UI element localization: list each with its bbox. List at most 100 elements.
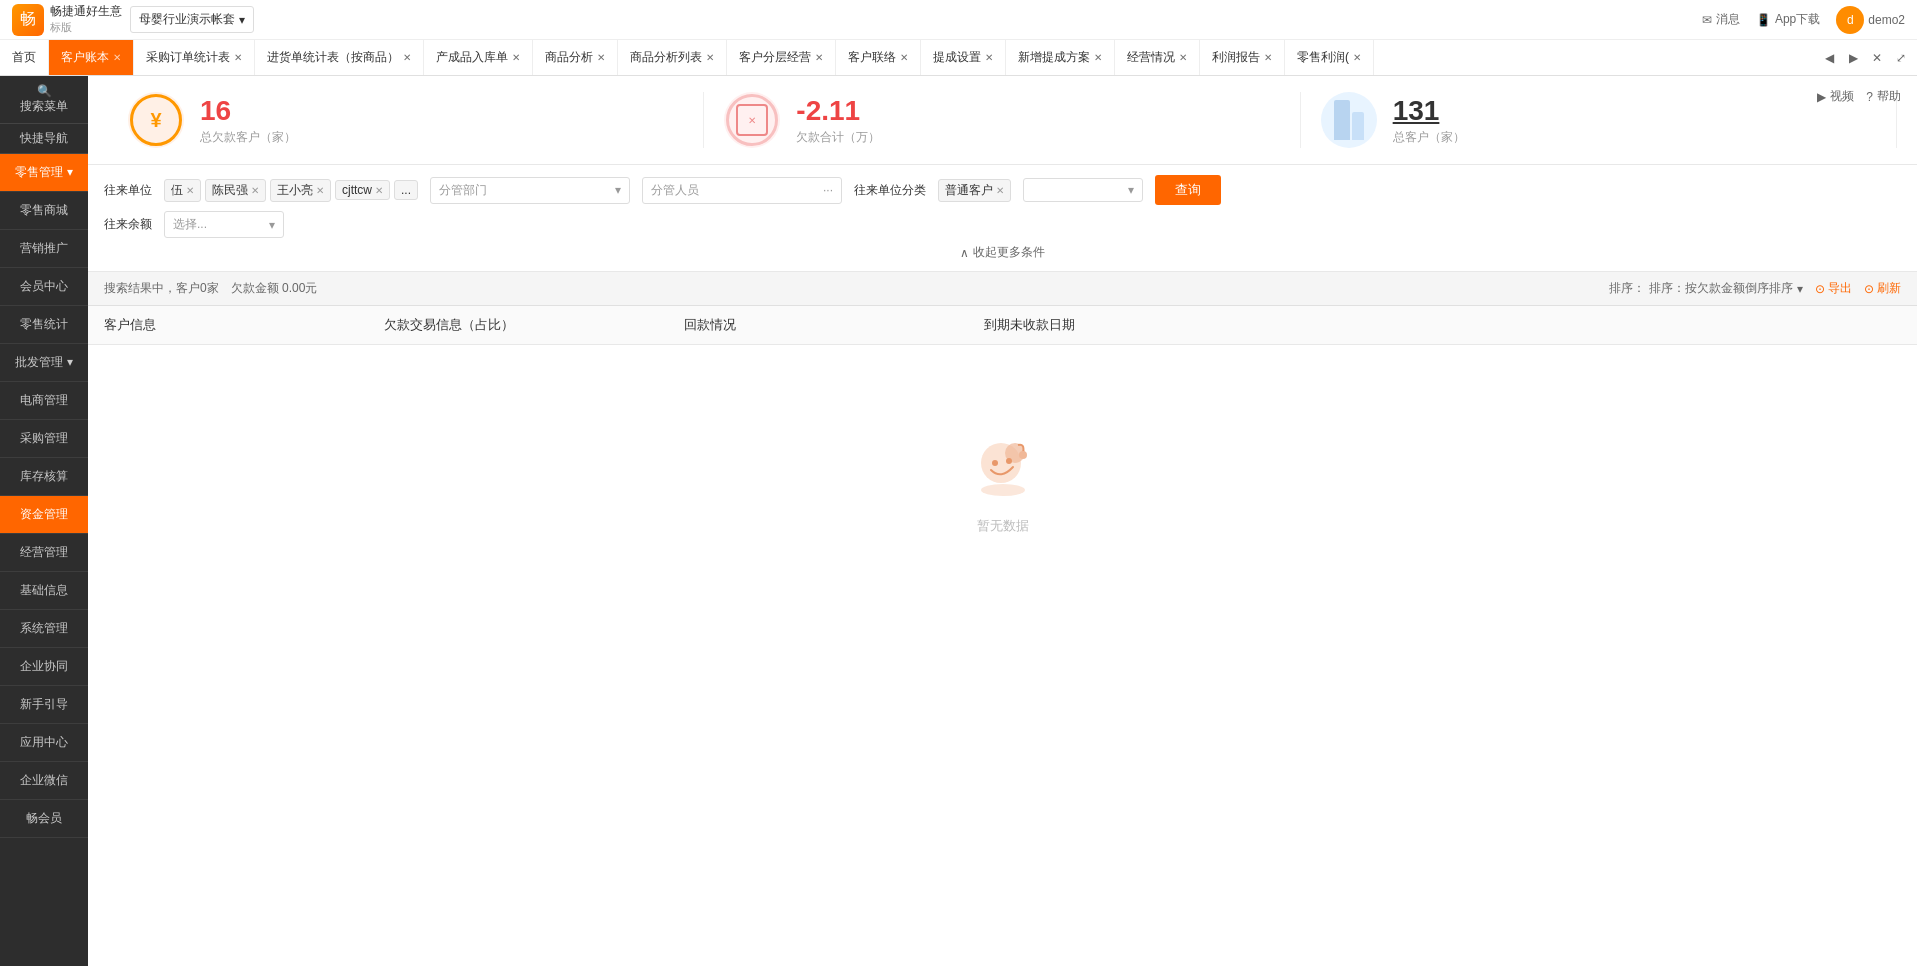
tab-goods-analysis-list[interactable]: 商品分析列表 ✕	[618, 40, 727, 76]
sidebar-item-retail-stats[interactable]: 零售统计	[0, 306, 88, 344]
stat-icon-customers: ¥	[128, 92, 184, 148]
filter-tag-more[interactable]: ...	[394, 180, 418, 200]
tab-retail-profit[interactable]: 零售利润( ✕	[1285, 40, 1374, 76]
tab-customer-segment[interactable]: 客户分层经营 ✕	[727, 40, 836, 76]
sidebar-item-system[interactable]: 系统管理	[0, 610, 88, 648]
tab-profit-report[interactable]: 利润报告 ✕	[1200, 40, 1285, 76]
sidebar-item-enterprise-label: 企业协同	[20, 659, 68, 673]
balance-filter-select[interactable]: 选择... ▾	[164, 211, 284, 238]
logo-area: 畅 畅捷通好生意 标版	[12, 4, 122, 36]
sidebar-item-marketing[interactable]: 营销推广	[0, 230, 88, 268]
sidebar-item-retail-management[interactable]: 零售管理 ▾	[0, 154, 88, 192]
tab-customers[interactable]: 客户账本 ✕	[49, 40, 134, 76]
sidebar-search-label: 搜索菜单	[6, 98, 82, 115]
unit-category-select[interactable]: ▾	[1023, 178, 1143, 202]
help-button[interactable]: ? 帮助	[1866, 88, 1901, 105]
tab-customer-segment-label: 客户分层经营	[739, 49, 811, 66]
tab-customers-close[interactable]: ✕	[113, 52, 121, 63]
sidebar-item-finance[interactable]: 资金管理	[0, 496, 88, 534]
tab-purchase-stats-close[interactable]: ✕	[234, 52, 242, 63]
app-download-button[interactable]: 📱 App下载	[1756, 11, 1820, 28]
query-button[interactable]: 查询	[1155, 175, 1221, 205]
account-selector[interactable]: 母婴行业演示帐套 ▾	[130, 6, 254, 33]
sidebar-item-retail-management-label: 零售管理	[15, 165, 63, 179]
tab-goods-analysis[interactable]: 商品分析 ✕	[533, 40, 618, 76]
sidebar-quick-nav-label: 快捷导航	[6, 130, 82, 147]
refresh-button[interactable]: ⊙ 刷新	[1864, 280, 1901, 297]
sidebar-item-ecommerce[interactable]: 电商管理	[0, 382, 88, 420]
building-icon	[1334, 100, 1364, 140]
person-filter-select[interactable]: 分管人员 ···	[642, 177, 842, 204]
filter-tag-wang-close[interactable]: ✕	[316, 185, 324, 196]
help-label: 帮助	[1877, 88, 1901, 105]
tab-product-inbound[interactable]: 产成品入库单 ✕	[424, 40, 533, 76]
sidebar-item-wholesale[interactable]: 批发管理 ▾	[0, 344, 88, 382]
tab-product-inbound-close[interactable]: ✕	[512, 52, 520, 63]
svg-point-4	[1006, 458, 1012, 464]
sort-select[interactable]: 排序： 排序：按欠款金额倒序排序 ▾	[1609, 280, 1803, 297]
filter-tag-gu-label: 伍	[171, 182, 183, 199]
tab-business-status[interactable]: 经营情况 ✕	[1115, 40, 1200, 76]
tab-home[interactable]: 首页	[0, 40, 49, 76]
user-menu[interactable]: d demo2	[1836, 6, 1905, 34]
tab-inbound-stats[interactable]: 进货单统计表（按商品） ✕	[255, 40, 424, 76]
chevron-wholesale-icon: ▾	[67, 355, 73, 369]
tab-customer-link-close[interactable]: ✕	[900, 52, 908, 63]
tab-promotion-settings-label: 提成设置	[933, 49, 981, 66]
sidebar-item-enterprise-wechat-label: 企业微信	[20, 773, 68, 787]
chevron-down-icon: ▾	[239, 13, 245, 27]
filter-tag-chen-close[interactable]: ✕	[251, 185, 259, 196]
stat-info-total: 131 总客户（家）	[1393, 95, 1465, 146]
sidebar-item-inventory-label: 库存核算	[20, 469, 68, 483]
sidebar-item-vip-member[interactable]: 畅会员	[0, 800, 88, 838]
tab-customer-segment-close[interactable]: ✕	[815, 52, 823, 63]
message-label: 消息	[1716, 11, 1740, 28]
sidebar-item-purchase[interactable]: 采购管理	[0, 420, 88, 458]
unit-category-chevron: ▾	[1128, 183, 1134, 197]
filter-tag-normal-customer-close[interactable]: ✕	[996, 185, 1004, 196]
filter-tag-cjttcw-close[interactable]: ✕	[375, 185, 383, 196]
sidebar-item-app-center[interactable]: 应用中心	[0, 724, 88, 762]
nav-close-all-button[interactable]: ✕	[1865, 46, 1889, 70]
sidebar-search[interactable]: 🔍 搜索菜单	[0, 76, 88, 124]
filter-tag-chen-label: 陈民强	[212, 182, 248, 199]
tab-new-promotion-close[interactable]: ✕	[1094, 52, 1102, 63]
sidebar-item-inventory[interactable]: 库存核算	[0, 458, 88, 496]
sidebar-item-enterprise[interactable]: 企业协同	[0, 648, 88, 686]
tab-goods-analysis-list-close[interactable]: ✕	[706, 52, 714, 63]
sidebar-item-retail-mall[interactable]: 零售商城	[0, 192, 88, 230]
tab-business-status-close[interactable]: ✕	[1179, 52, 1187, 63]
sidebar-item-member-center[interactable]: 会员中心	[0, 268, 88, 306]
sort-chevron-icon: ▾	[1797, 282, 1803, 296]
sidebar-item-enterprise-wechat[interactable]: 企业微信	[0, 762, 88, 800]
collapse-button[interactable]: ∧ 收起更多条件	[960, 244, 1045, 261]
tab-customer-link[interactable]: 客户联络 ✕	[836, 40, 921, 76]
tab-promotion-settings[interactable]: 提成设置 ✕	[921, 40, 1006, 76]
content: ¥ 16 总欠款客户（家） ✕ -2.11 欠款合计（万）	[88, 76, 1917, 966]
tab-purchase-stats[interactable]: 采购订单统计表 ✕	[134, 40, 255, 76]
balance-filter-chevron: ▾	[269, 218, 275, 232]
tab-goods-analysis-close[interactable]: ✕	[597, 52, 605, 63]
filter-tag-gu-close[interactable]: ✕	[186, 185, 194, 196]
tab-retail-profit-close[interactable]: ✕	[1353, 52, 1361, 63]
nav-expand-button[interactable]: ⤢	[1889, 46, 1913, 70]
sidebar-item-new-guide[interactable]: 新手引导	[0, 686, 88, 724]
export-button[interactable]: ⊙ 导出	[1815, 280, 1852, 297]
sidebar-item-marketing-label: 营销推广	[20, 241, 68, 255]
sidebar-item-operations[interactable]: 经营管理	[0, 534, 88, 572]
tab-profit-report-label: 利润报告	[1212, 49, 1260, 66]
tab-new-promotion[interactable]: 新增提成方案 ✕	[1006, 40, 1115, 76]
video-button[interactable]: ▶ 视频	[1817, 88, 1854, 105]
total-customers-value: 131	[1393, 95, 1465, 127]
nav-next-button[interactable]: ▶	[1841, 46, 1865, 70]
message-button[interactable]: ✉ 消息	[1702, 11, 1740, 28]
sidebar-quick-nav[interactable]: 快捷导航	[0, 124, 88, 154]
tab-profit-report-close[interactable]: ✕	[1264, 52, 1272, 63]
sidebar-item-basics[interactable]: 基础信息	[0, 572, 88, 610]
tab-inbound-stats-close[interactable]: ✕	[403, 52, 411, 63]
dept-filter-chevron: ▾	[615, 183, 621, 197]
tab-promotion-settings-close[interactable]: ✕	[985, 52, 993, 63]
nav-prev-button[interactable]: ◀	[1817, 46, 1841, 70]
empty-icon	[963, 425, 1043, 505]
dept-filter-select[interactable]: 分管部门 ▾	[430, 177, 630, 204]
